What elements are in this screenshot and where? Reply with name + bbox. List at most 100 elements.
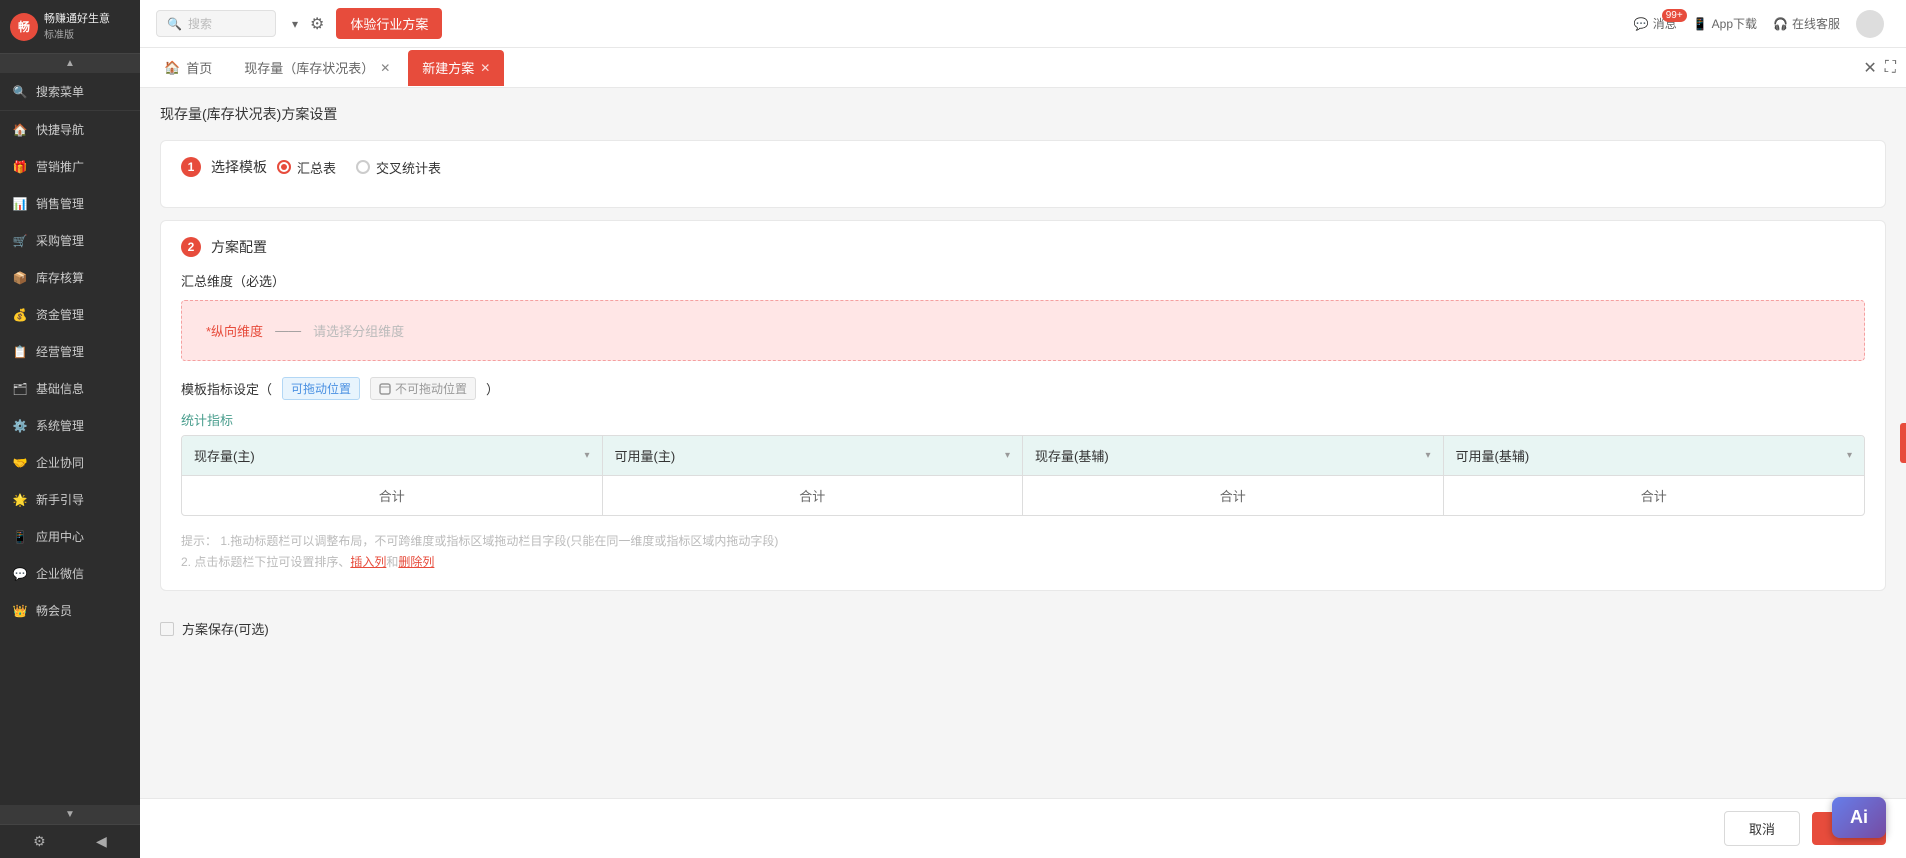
sidebar-item-purchase[interactable]: 🛒 采购管理 <box>0 222 140 259</box>
sidebar-item-label: 企业协同 <box>36 454 84 471</box>
home-icon: 🏠 <box>12 122 28 138</box>
online-service-button[interactable]: 🎧 在线客服 <box>1773 15 1840 32</box>
sidebar-item-guide[interactable]: 🌟 新手引导 <box>0 481 140 518</box>
stats-cell-body-1: 合计 <box>182 476 603 515</box>
collapse-icon[interactable]: ◀ <box>96 833 107 850</box>
stats-cell-body-2: 合计 <box>603 476 1024 515</box>
topbar: 🔍 搜索 ▾ ⚙ 体验行业方案 💬 消息 99+ 📱 App下载 🎧 在线客服 <box>140 0 1906 48</box>
sidebar-item-member[interactable]: 👑 畅会员 <box>0 592 140 629</box>
radio-dot-summary <box>277 160 291 174</box>
message-button[interactable]: 💬 消息 99+ <box>1634 15 1677 32</box>
sidebar-item-marketing[interactable]: 🎁 营销推广 <box>0 148 140 185</box>
sidebar-scroll-down[interactable]: ▼ <box>0 805 140 824</box>
trial-industry-button[interactable]: 体验行业方案 <box>336 8 442 39</box>
chevron-down-icon-2[interactable]: ▾ <box>1005 450 1010 461</box>
money-icon: 💰 <box>12 307 28 323</box>
header-label-2: 可用量(主) <box>615 446 676 465</box>
home-tab-label: 首页 <box>186 58 212 77</box>
tabs-right-controls: ✕ ⛶ <box>1863 58 1896 78</box>
indicator-config-text: 模板指标设定（ <box>181 379 272 398</box>
tabs-bar: 🏠 首页 现存量（库存状况表） ✕ 新建方案 ✕ ✕ ⛶ <box>140 48 1906 88</box>
member-icon: 👑 <box>12 603 28 619</box>
sidebar-item-apps[interactable]: 📱 应用中心 <box>0 518 140 555</box>
sidebar-item-finance[interactable]: 💰 资金管理 <box>0 296 140 333</box>
tab-close-button[interactable]: ✕ <box>1863 58 1876 78</box>
sidebar-scroll-up[interactable]: ▲ <box>0 54 140 73</box>
sidebar-item-system[interactable]: ⚙️ 系统管理 <box>0 407 140 444</box>
stats-header-cell-2[interactable]: 可用量(主) ▾ <box>603 436 1024 475</box>
service-label: 在线客服 <box>1792 15 1840 32</box>
sidebar-item-inventory[interactable]: 📦 库存核算 <box>0 259 140 296</box>
sidebar-item-label: 系统管理 <box>36 417 84 434</box>
chevron-down-icon-1[interactable]: ▾ <box>584 450 589 461</box>
tab-new-scheme[interactable]: 新建方案 ✕ <box>408 50 504 86</box>
hint-text-1: 提示： 1.拖动标题栏可以调整布局，不可跨维度或指标区域拖动栏目字段(只能在同一… <box>181 534 778 548</box>
ai-fab-button[interactable]: Ai <box>1832 797 1886 838</box>
section2-title: 方案配置 <box>211 237 267 257</box>
sidebar-item-label: 营销推广 <box>36 158 84 175</box>
delete-col-link[interactable]: 删除列 <box>398 555 434 569</box>
tab-inventory[interactable]: 现存量（库存状况表） ✕ <box>230 50 404 86</box>
draggable-badge: 可拖动位置 <box>282 377 360 400</box>
save-checkbox[interactable] <box>160 622 174 636</box>
header-label-4: 可用量(基辅) <box>1456 446 1530 465</box>
radio-summary-table[interactable]: 汇总表 <box>277 158 336 177</box>
sidebar-item-label: 畅会员 <box>36 602 72 619</box>
settings-gear-icon[interactable]: ⚙ <box>310 14 324 34</box>
sidebar-item-label: 基础信息 <box>36 380 84 397</box>
indicator-config: 模板指标设定（ 可拖动位置 不可拖动位置 ） 统计指标 现存量(主) <box>181 377 1865 570</box>
chevron-down-icon-3[interactable]: ▾ <box>1425 450 1430 461</box>
sidebar-item-search[interactable]: 🔍 搜索菜单 <box>0 73 140 111</box>
dimension-area[interactable]: *纵向维度 —— 请选择分组维度 <box>181 300 1865 361</box>
tab-home[interactable]: 🏠 首页 <box>150 50 226 86</box>
sidebar-item-enterprise[interactable]: 🤝 企业协同 <box>0 444 140 481</box>
app-download-button[interactable]: 📱 App下载 <box>1693 15 1757 32</box>
tab-new-scheme-close-icon[interactable]: ✕ <box>480 61 490 75</box>
stats-table: 现存量(主) ▾ 可用量(主) ▾ 现存量(基辅) ▾ <box>181 435 1865 516</box>
search-icon: 🔍 <box>12 84 28 100</box>
stats-table-row: 合计 合计 合计 合计 <box>182 475 1864 515</box>
tab-expand-button[interactable]: ⛶ <box>1885 59 1896 77</box>
section2-card: 2 方案配置 汇总维度（必选） *纵向维度 —— 请选择分组维度 模板指标设定（… <box>160 220 1886 591</box>
topbar-dropdown[interactable]: ▾ <box>288 17 298 31</box>
stats-table-header: 现存量(主) ▾ 可用量(主) ▾ 现存量(基辅) ▾ <box>182 436 1864 475</box>
apps-icon: 📱 <box>12 529 28 545</box>
section1-num: 1 <box>181 157 201 177</box>
tab-inventory-close-icon[interactable]: ✕ <box>380 61 390 75</box>
manage-icon: 📋 <box>12 344 28 360</box>
tab-new-scheme-label: 新建方案 <box>422 58 474 77</box>
save-label: 方案保存(可选) <box>182 619 269 638</box>
chevron-down-icon-4[interactable]: ▾ <box>1847 450 1852 461</box>
search-text: 搜索 <box>188 15 212 32</box>
sidebar-item-sales[interactable]: 📊 销售管理 <box>0 185 140 222</box>
app-download-label: App下载 <box>1712 15 1757 32</box>
sidebar-logo: 畅 畅赚通好生意 标准版 <box>0 0 140 54</box>
cancel-button[interactable]: 取消 <box>1724 811 1800 846</box>
stats-header-cell-3[interactable]: 现存量(基辅) ▾ <box>1023 436 1444 475</box>
sidebar-item-label: 库存核算 <box>36 269 84 286</box>
sidebar-item-wechat[interactable]: 💬 企业微信 <box>0 555 140 592</box>
sidebar-item-label: 应用中心 <box>36 528 84 545</box>
page-footer: 方案保存(可选) <box>160 607 1886 650</box>
stats-header-cell-4[interactable]: 可用量(基辅) ▾ <box>1444 436 1865 475</box>
sidebar-item-label: 企业微信 <box>36 565 84 582</box>
radio-cross-table[interactable]: 交叉统计表 <box>356 158 441 177</box>
user-menu[interactable] <box>1856 10 1890 38</box>
settings-icon[interactable]: ⚙ <box>33 833 46 850</box>
no-drag-label: 不可拖动位置 <box>395 380 467 397</box>
sidebar-item-basic-info[interactable]: 🗂 基础信息 <box>0 370 140 407</box>
sidebar-item-operations[interactable]: 📋 经营管理 <box>0 333 140 370</box>
indicator-config-label: 模板指标设定（ 可拖动位置 不可拖动位置 ） <box>181 377 1865 400</box>
topbar-search[interactable]: 🔍 搜索 <box>156 10 276 37</box>
chevron-down-icon: ▾ <box>292 17 298 31</box>
topbar-right: 💬 消息 99+ 📱 App下载 🎧 在线客服 <box>1634 10 1890 38</box>
header-label-3: 现存量(基辅) <box>1035 446 1109 465</box>
sidebar-item-home[interactable]: 🏠 快捷导航 <box>0 111 140 148</box>
sidebar: 畅 畅赚通好生意 标准版 ▲ 🔍 搜索菜单 🏠 快捷导航 🎁 营销推广 📊 销售… <box>0 0 140 858</box>
insert-col-link[interactable]: 插入列 <box>350 555 386 569</box>
message-badge: 99+ <box>1662 9 1687 22</box>
save-option-checkbox[interactable]: 方案保存(可选) <box>160 619 1886 638</box>
stats-header-cell-1[interactable]: 现存量(主) ▾ <box>182 436 603 475</box>
hint-line-1: 提示： 1.拖动标题栏可以调整布局，不可跨维度或指标区域拖动栏目字段(只能在同一… <box>181 532 1865 549</box>
main-area: 🔍 搜索 ▾ ⚙ 体验行业方案 💬 消息 99+ 📱 App下载 🎧 在线客服 <box>140 0 1906 858</box>
